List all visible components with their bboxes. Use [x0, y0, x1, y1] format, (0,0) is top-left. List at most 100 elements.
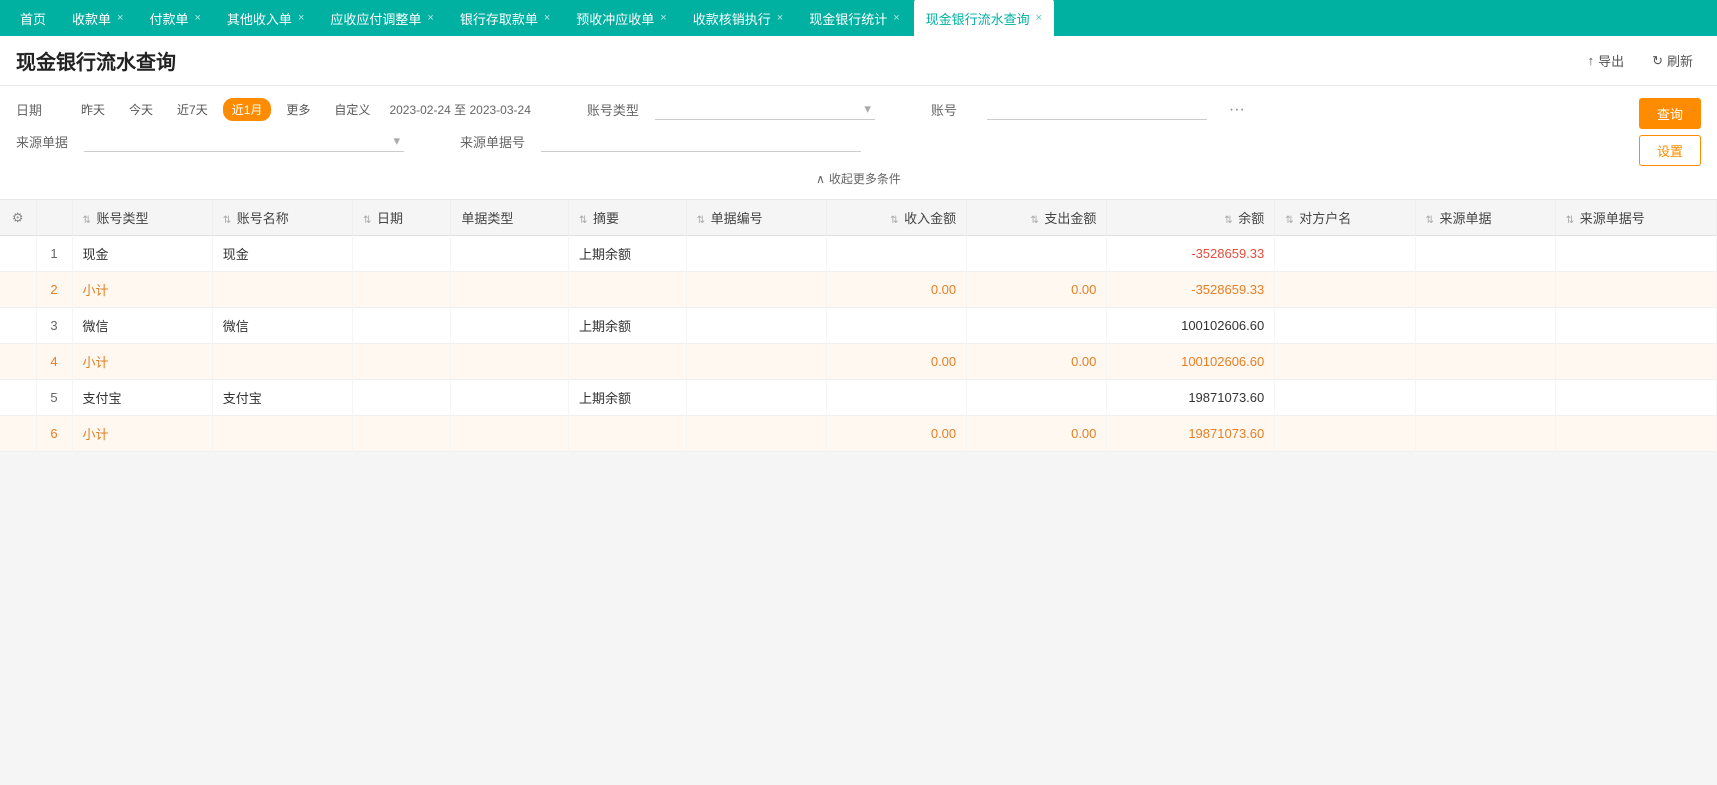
col-source-doc[interactable]: ⇅ 来源单据	[1415, 200, 1555, 236]
nav-tab-close-5[interactable]: ×	[660, 12, 666, 24]
col-settings[interactable]: ⚙	[0, 200, 36, 236]
row-number-cell: 5	[36, 380, 72, 416]
row-balance: -3528659.33	[1107, 272, 1275, 308]
row-summary: 上期余额	[569, 308, 687, 344]
table-settings-icon[interactable]: ⚙	[12, 210, 24, 225]
row-counterparty	[1275, 308, 1415, 344]
table-row: 6 小计 0.00 0.00 19871073.60	[0, 416, 1717, 452]
row-counterparty	[1275, 344, 1415, 380]
col-income[interactable]: ⇅ 收入金额	[826, 200, 966, 236]
refresh-label: 刷新	[1667, 51, 1693, 70]
nav-tab-close-4[interactable]: ×	[544, 12, 550, 24]
nav-tab-label-5: 预收冲应收单	[576, 9, 654, 28]
nav-tab-close-3[interactable]: ×	[427, 12, 433, 24]
row-number-cell: 4	[36, 344, 72, 380]
row-date	[353, 308, 451, 344]
row-account-type: 微信	[72, 308, 212, 344]
source-doc-select[interactable]: ▾	[84, 131, 404, 152]
col-counterparty-label: 对方户名	[1299, 211, 1351, 226]
row-income: 0.00	[826, 344, 966, 380]
account-dots-button[interactable]: ···	[1223, 99, 1251, 121]
row-account-type: 现金	[72, 236, 212, 272]
sort-icon-income: ⇅	[890, 215, 898, 226]
date-btn-today[interactable]: 今天	[120, 98, 162, 121]
row-doc-no	[686, 236, 826, 272]
source-doc-no-input[interactable]	[541, 132, 861, 152]
row-account-type: 小计	[72, 344, 212, 380]
col-counterparty[interactable]: ⇅ 对方户名	[1275, 200, 1415, 236]
row-source-doc	[1415, 344, 1555, 380]
sort-icon-account-type: ⇅	[83, 215, 91, 226]
row-doc-type	[451, 344, 569, 380]
row-number-cell: 3	[36, 308, 72, 344]
row-account-type: 小计	[72, 416, 212, 452]
row-account-name: 微信	[212, 308, 352, 344]
date-btn-yesterday[interactable]: 昨天	[72, 98, 114, 121]
nav-tab-0[interactable]: 收款单 ×	[60, 0, 135, 36]
date-filter-label: 日期	[16, 100, 56, 119]
col-summary[interactable]: ⇅ 摘要	[569, 200, 687, 236]
row-source-doc-no	[1555, 416, 1716, 452]
nav-tab-close-7[interactable]: ×	[893, 12, 899, 24]
row-doc-type	[451, 272, 569, 308]
row-income	[826, 308, 966, 344]
account-type-label: 账号类型	[587, 100, 639, 119]
nav-tab-3[interactable]: 应收应付调整单 ×	[318, 0, 445, 36]
nav-tab-1[interactable]: 付款单 ×	[137, 0, 212, 36]
settings-button[interactable]: 设置	[1639, 135, 1701, 166]
col-doc-no-label: 单据编号	[711, 211, 763, 226]
col-date-label: 日期	[377, 211, 403, 226]
account-label: 账号	[931, 100, 971, 119]
nav-tab-8[interactable]: 现金银行流水查询 ×	[914, 0, 1054, 36]
nav-home[interactable]: 首页	[8, 0, 58, 36]
col-expense[interactable]: ⇅ 支出金额	[967, 200, 1107, 236]
account-type-select[interactable]: ▾	[655, 99, 875, 120]
export-button[interactable]: ↑ 导出	[1580, 47, 1633, 74]
nav-tab-5[interactable]: 预收冲应收单 ×	[564, 0, 678, 36]
date-options: 昨天 今天 近7天 近1月 更多 自定义 2023-02-24 至 2023-0…	[72, 98, 531, 121]
row-number-cell: 2	[36, 272, 72, 308]
account-input[interactable]	[987, 100, 1207, 120]
date-btn-more[interactable]: 更多	[277, 98, 319, 121]
row-counterparty	[1275, 236, 1415, 272]
date-btn-custom[interactable]: 自定义	[325, 98, 379, 121]
nav-tab-close-2[interactable]: ×	[298, 12, 304, 24]
query-button[interactable]: 查询	[1639, 98, 1701, 129]
col-balance[interactable]: ⇅ 余额	[1107, 200, 1275, 236]
col-source-doc-no[interactable]: ⇅ 来源单据号	[1555, 200, 1716, 236]
col-date[interactable]: ⇅ 日期	[353, 200, 451, 236]
table-row: 1 现金 现金 上期余额 -3528659.33	[0, 236, 1717, 272]
row-source-doc	[1415, 236, 1555, 272]
nav-tab-close-1[interactable]: ×	[194, 12, 200, 24]
row-doc-no	[686, 380, 826, 416]
nav-tab-4[interactable]: 银行存取款单 ×	[448, 0, 562, 36]
nav-tab-close-8[interactable]: ×	[1036, 12, 1042, 24]
export-label: 导出	[1598, 51, 1624, 70]
table-container: ⚙ ⇅ 账号类型 ⇅ 账号名称 ⇅ 日期 单据类型	[0, 200, 1717, 452]
row-summary: 上期余额	[569, 236, 687, 272]
date-btn-7days[interactable]: 近7天	[168, 98, 217, 121]
row-date	[353, 416, 451, 452]
row-summary	[569, 344, 687, 380]
col-doc-no[interactable]: ⇅ 单据编号	[686, 200, 826, 236]
filter-row-2: 来源单据 ▾ 来源单据号	[16, 131, 1623, 152]
row-expense	[967, 380, 1107, 416]
collapse-bar[interactable]: ∧ 收起更多条件	[16, 166, 1701, 191]
row-balance: 19871073.60	[1107, 416, 1275, 452]
date-btn-1month[interactable]: 近1月	[223, 98, 272, 121]
nav-tab-label-6: 收款核销执行	[693, 9, 771, 28]
row-settings-cell	[0, 308, 36, 344]
nav-tab-6[interactable]: 收款核销执行 ×	[681, 0, 795, 36]
col-doc-type[interactable]: 单据类型	[451, 200, 569, 236]
source-doc-no-label: 来源单据号	[460, 132, 525, 151]
nav-tab-7[interactable]: 现金银行统计 ×	[797, 0, 911, 36]
nav-tab-close-0[interactable]: ×	[117, 12, 123, 24]
row-account-name: 支付宝	[212, 380, 352, 416]
chevron-down-icon: ▾	[864, 101, 871, 117]
refresh-button[interactable]: ↻ 刷新	[1644, 47, 1701, 74]
col-account-type[interactable]: ⇅ 账号类型	[72, 200, 212, 236]
row-settings-cell	[0, 380, 36, 416]
col-account-name[interactable]: ⇅ 账号名称	[212, 200, 352, 236]
nav-tab-close-6[interactable]: ×	[777, 12, 783, 24]
nav-tab-2[interactable]: 其他收入单 ×	[215, 0, 316, 36]
